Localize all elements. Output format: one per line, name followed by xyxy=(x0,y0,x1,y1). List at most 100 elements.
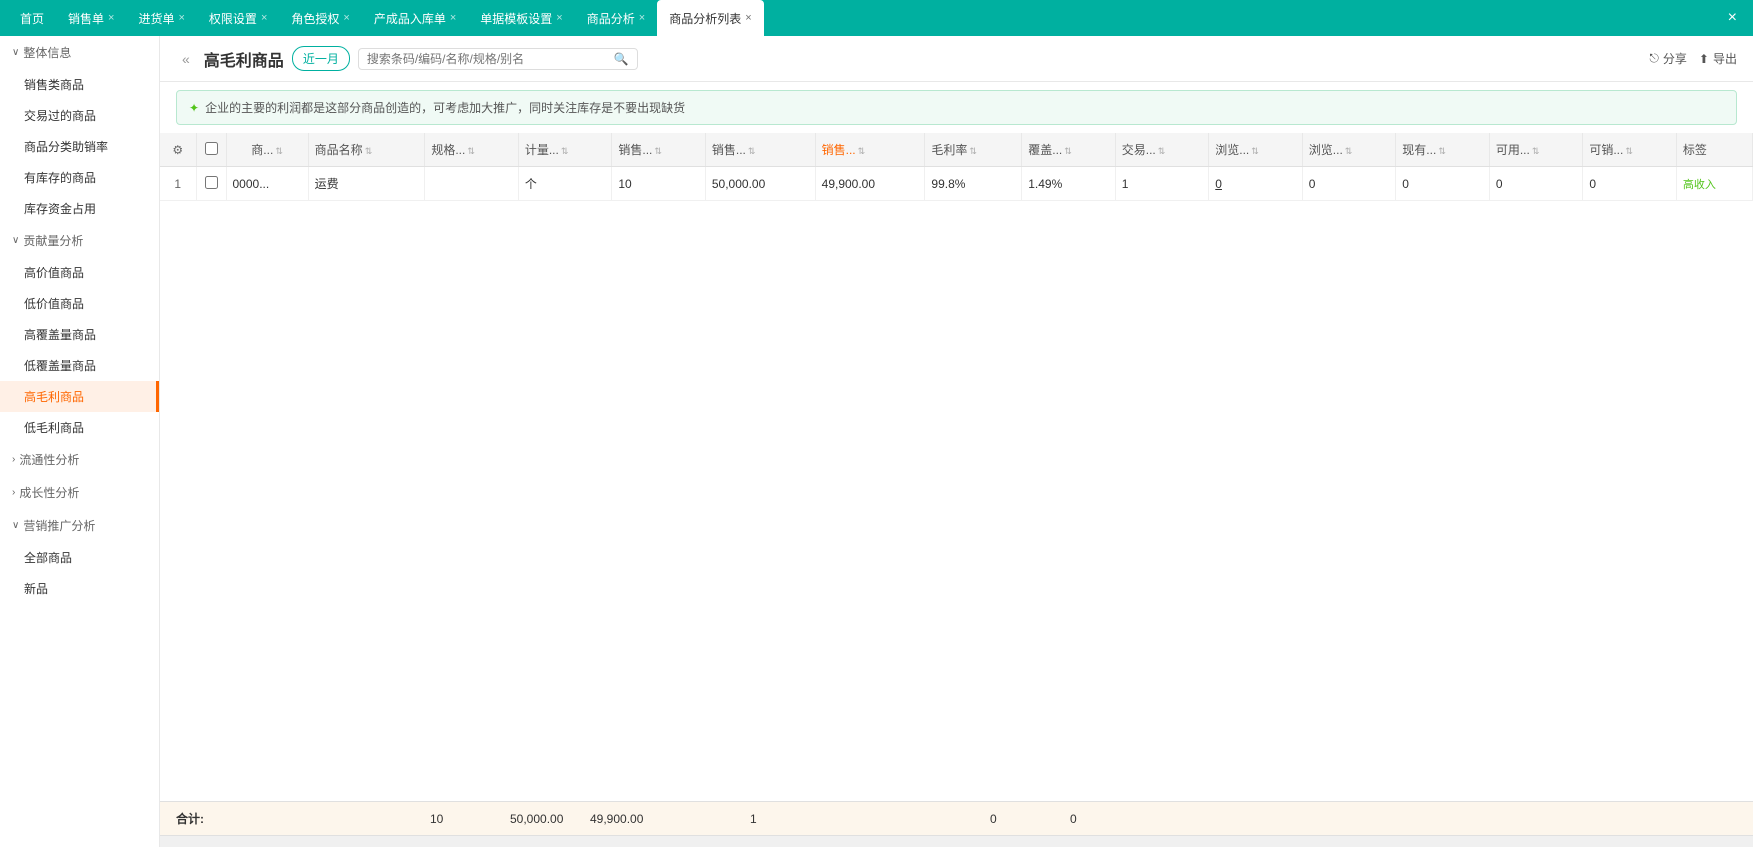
info-banner: ✦ 企业的主要的利润都是这部分商品创造的，可考虑加大推广，同时关注库存是不要出现… xyxy=(176,90,1737,125)
col-gross-rate[interactable]: 毛利率⇅ xyxy=(925,133,1022,167)
cell-views1[interactable]: 0 xyxy=(1209,167,1303,201)
footer-label: 合计: xyxy=(176,810,204,827)
col-views2[interactable]: 浏览...⇅ xyxy=(1302,133,1396,167)
nav-product-analysis[interactable]: 商品分析 × xyxy=(575,0,657,36)
sidebar-item-stock-goods[interactable]: 有库存的商品 xyxy=(0,162,159,193)
cell-spec xyxy=(425,167,519,201)
sidebar-item-high-value[interactable]: 高价值商品 xyxy=(0,257,159,288)
group-arrow-contribution: ∨ xyxy=(12,235,19,246)
cell-num: 1 xyxy=(160,167,196,201)
sidebar-item-stock-capital[interactable]: 库存资金占用 xyxy=(0,193,159,224)
sidebar: ∨ 整体信息 销售类商品 交易过的商品 商品分类助销率 有库存的商品 库存资金占… xyxy=(0,36,160,847)
sidebar-group-growth[interactable]: › 成长性分析 xyxy=(0,476,159,509)
nav-analysis-list[interactable]: 商品分析列表 × xyxy=(657,0,763,36)
nav-inbound[interactable]: 产成品入库单 × xyxy=(362,0,468,36)
sidebar-item-new-goods[interactable]: 新品 xyxy=(0,573,159,604)
col-unit[interactable]: 计量...⇅ xyxy=(518,133,612,167)
close-permission-tab[interactable]: × xyxy=(261,12,267,24)
time-filter-button[interactable]: 近一月 xyxy=(292,46,350,71)
close-analysis-list-tab[interactable]: × xyxy=(745,12,751,24)
sidebar-item-all-goods[interactable]: 全部商品 xyxy=(0,542,159,573)
content-header: « 高毛利商品 近一月 🔍 ⎋ 分享 ⬆ 导出 xyxy=(160,36,1753,82)
close-purchase-tab[interactable]: × xyxy=(178,12,184,24)
sidebar-item-high-margin[interactable]: 高毛利商品 xyxy=(0,381,159,412)
views1-link[interactable]: 0 xyxy=(1215,177,1222,191)
nav-permission[interactable]: 权限设置 × xyxy=(197,0,279,36)
sidebar-group-overall[interactable]: ∨ 整体信息 xyxy=(0,36,159,69)
group-arrow-marketing: ∨ xyxy=(12,520,19,531)
select-all-checkbox[interactable] xyxy=(205,142,218,155)
search-icon[interactable]: 🔍 xyxy=(614,52,629,66)
nav-role[interactable]: 角色授权 × xyxy=(279,0,361,36)
sidebar-item-low-value[interactable]: 低价值商品 xyxy=(0,288,159,319)
sidebar-item-category-assist[interactable]: 商品分类助销率 xyxy=(0,131,159,162)
cell-sales-amount: 50,000.00 xyxy=(705,167,815,201)
sidebar-item-high-coverage[interactable]: 高覆盖量商品 xyxy=(0,319,159,350)
col-spec[interactable]: 规格...⇅ xyxy=(425,133,519,167)
collapse-sidebar-button[interactable]: « xyxy=(176,49,196,69)
sidebar-item-sales-goods[interactable]: 销售类商品 xyxy=(0,69,159,100)
horizontal-scrollbar[interactable] xyxy=(160,835,1753,847)
group-arrow-flow: › xyxy=(12,454,15,465)
col-transactions[interactable]: 交易...⇅ xyxy=(1115,133,1209,167)
sidebar-group-marketing[interactable]: ∨ 营销推广分析 xyxy=(0,509,159,542)
header-actions: ⎋ 分享 ⬆ 导出 xyxy=(1649,50,1737,67)
col-sales-qty[interactable]: 销售...⇅ xyxy=(612,133,706,167)
col-settings[interactable]: ⚙ xyxy=(160,133,196,167)
close-window-button[interactable]: × xyxy=(1720,9,1745,27)
settings-icon[interactable]: ⚙ xyxy=(172,143,183,157)
cell-available-stock: 0 xyxy=(1489,167,1583,201)
data-table-wrapper[interactable]: ⚙ 商...⇅ 商品名称⇅ 规格...⇅ xyxy=(160,133,1753,801)
close-role-tab[interactable]: × xyxy=(343,12,349,24)
col-code[interactable]: 商...⇅ xyxy=(226,133,308,167)
row-checkbox[interactable] xyxy=(205,176,218,189)
col-tag[interactable]: 标签 xyxy=(1676,133,1752,167)
col-current-stock[interactable]: 现有...⇅ xyxy=(1396,133,1490,167)
nav-purchase[interactable]: 进货单 × xyxy=(126,0,196,36)
sidebar-group-flow[interactable]: › 流通性分析 xyxy=(0,443,159,476)
cell-gross-rate: 99.8% xyxy=(925,167,1022,201)
cell-views2: 0 xyxy=(1302,167,1396,201)
close-template-tab[interactable]: × xyxy=(556,12,562,24)
col-checkbox[interactable] xyxy=(196,133,226,167)
col-available-stock[interactable]: 可用...⇅ xyxy=(1489,133,1583,167)
close-inbound-tab[interactable]: × xyxy=(450,12,456,24)
main-layout: ∨ 整体信息 销售类商品 交易过的商品 商品分类助销率 有库存的商品 库存资金占… xyxy=(0,36,1753,847)
sidebar-item-traded-goods[interactable]: 交易过的商品 xyxy=(0,100,159,131)
cell-sellable: 0 xyxy=(1583,167,1677,201)
cell-transactions: 1 xyxy=(1115,167,1209,201)
cell-coverage: 1.49% xyxy=(1022,167,1116,201)
col-views1[interactable]: 浏览...⇅ xyxy=(1209,133,1303,167)
export-button[interactable]: ⬆ 导出 xyxy=(1699,50,1737,67)
footer-spacer xyxy=(224,812,424,826)
nav-template[interactable]: 单据模板设置 × xyxy=(468,0,574,36)
col-coverage[interactable]: 覆盖...⇅ xyxy=(1022,133,1116,167)
footer-sales-qty: 10 xyxy=(424,812,504,826)
col-sales-amount[interactable]: 销售...⇅ xyxy=(705,133,815,167)
content-area: « 高毛利商品 近一月 🔍 ⎋ 分享 ⬆ 导出 ✦ 企业的主要的利润都是这部 xyxy=(160,36,1753,847)
footer-values: 10 50,000.00 49,900.00 1 0 0 xyxy=(224,812,1737,826)
nav-home[interactable]: 首页 xyxy=(8,0,56,36)
footer-available-stock: 0 xyxy=(1064,812,1144,826)
sidebar-item-low-coverage[interactable]: 低覆盖量商品 xyxy=(0,350,159,381)
footer-transactions: 1 xyxy=(744,812,824,826)
sidebar-item-low-margin[interactable]: 低毛利商品 xyxy=(0,412,159,443)
sidebar-group-contribution[interactable]: ∨ 贡献量分析 xyxy=(0,224,159,257)
share-icon: ⎋ xyxy=(1649,51,1659,66)
close-sales-tab[interactable]: × xyxy=(108,12,114,24)
col-sellable[interactable]: 可销...⇅ xyxy=(1583,133,1677,167)
footer-sales-cost: 49,900.00 xyxy=(584,812,664,826)
top-nav: 首页 销售单 × 进货单 × 权限设置 × 角色授权 × 产成品入库单 × 单据… xyxy=(0,0,1753,36)
col-sales-cost[interactable]: 销售...⇅ xyxy=(815,133,925,167)
nav-sales[interactable]: 销售单 × xyxy=(56,0,126,36)
cell-checkbox[interactable] xyxy=(196,167,226,201)
search-input[interactable] xyxy=(367,52,610,66)
close-product-analysis-tab[interactable]: × xyxy=(639,12,645,24)
group-arrow-overall: ∨ xyxy=(12,47,19,58)
col-name[interactable]: 商品名称⇅ xyxy=(308,133,425,167)
table-row: 1 0000... 运费 个 10 50,000.00 49,900.00 99… xyxy=(160,167,1753,201)
table-footer: 合计: 10 50,000.00 49,900.00 1 0 0 xyxy=(160,801,1753,835)
cell-code: 0000... xyxy=(226,167,308,201)
footer-current-stock: 0 xyxy=(984,812,1064,826)
share-button[interactable]: ⎋ 分享 xyxy=(1649,50,1687,67)
